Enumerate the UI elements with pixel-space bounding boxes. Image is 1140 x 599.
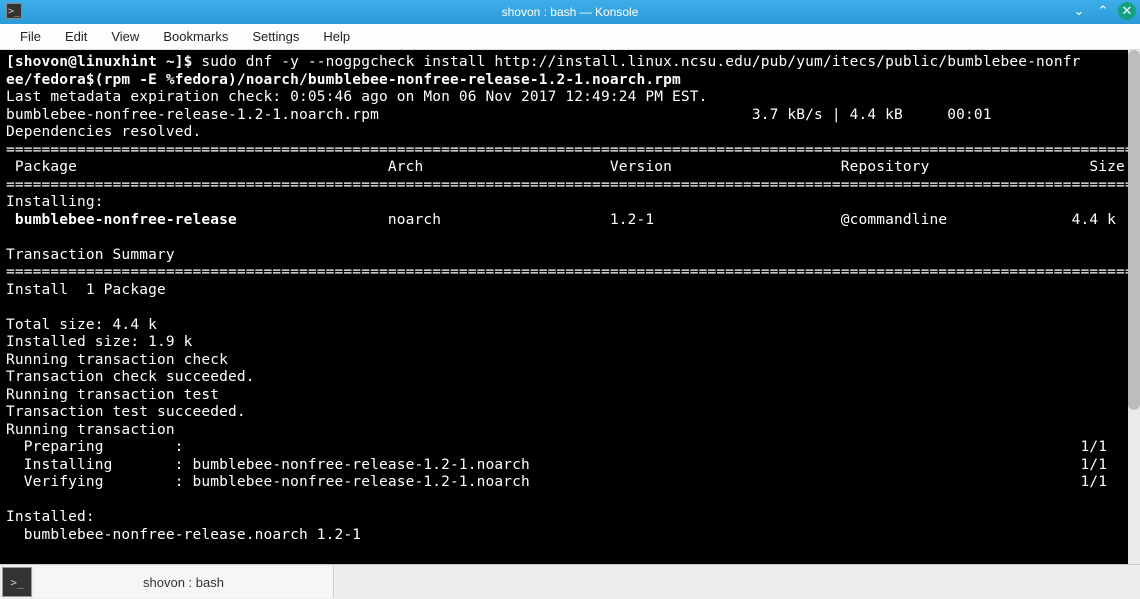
running-test-line: Running transaction test (6, 387, 219, 403)
test-succeeded-line: Transaction test succeeded. (6, 404, 246, 420)
tabbar: >_ shovon : bash (0, 564, 1140, 599)
table-header: Package Arch Version Repository Size (6, 159, 1125, 175)
install-count-line: Install 1 Package (6, 282, 166, 298)
metadata-check-line: Last metadata expiration check: 0:05:46 … (6, 89, 708, 105)
menu-help[interactable]: Help (311, 25, 362, 48)
terminal-output[interactable]: [shovon@linuxhint ~]$ sudo dnf -y --nogp… (0, 50, 1140, 564)
table-rule-bottom: ========================================… (6, 264, 1140, 280)
running-transaction-line: Running transaction (6, 422, 175, 438)
transaction-summary-header: Transaction Summary (6, 247, 175, 263)
menubar: File Edit View Bookmarks Settings Help (0, 24, 1140, 50)
tab-shovon-bash[interactable]: shovon : bash (34, 566, 334, 598)
menu-view[interactable]: View (99, 25, 151, 48)
rpm-download-line: bumblebee-nonfree-release-1.2-1.noarch.r… (6, 107, 1027, 123)
installing-line: Installing : bumblebee-nonfree-release-1… (6, 457, 1116, 473)
menu-settings[interactable]: Settings (240, 25, 311, 48)
package-details: noarch 1.2-1 @commandline 4.4 k (237, 212, 1116, 228)
installed-header: Installed: (6, 509, 95, 525)
window-controls: ⌄ ⌃ ✕ (1070, 2, 1136, 20)
command-line-2: ee/fedora$(rpm -E %fedora)/noarch/bumble… (6, 72, 681, 88)
total-size-line: Total size: 4.4 k (6, 317, 157, 333)
prompt: [shovon@linuxhint ~]$ (6, 54, 201, 70)
installed-package-line: bumblebee-nonfree-release.noarch 1.2-1 (6, 527, 1089, 543)
table-rule-top: ========================================… (6, 142, 1140, 158)
menu-file[interactable]: File (8, 25, 53, 48)
titlebar: >_ shovon : bash — Konsole ⌄ ⌃ ✕ (0, 0, 1140, 24)
installing-header: Installing: (6, 194, 104, 210)
table-rule-mid: ========================================… (6, 177, 1140, 193)
command-line-1: sudo dnf -y --nogpgcheck install http://… (201, 54, 1080, 70)
close-icon[interactable]: ✕ (1118, 2, 1136, 20)
package-name: bumblebee-nonfree-release (6, 212, 237, 228)
check-succeeded-line: Transaction check succeeded. (6, 369, 255, 385)
preparing-line: Preparing : 1/1 (6, 439, 1116, 455)
installed-size-line: Installed size: 1.9 k (6, 334, 192, 350)
menu-edit[interactable]: Edit (53, 25, 99, 48)
menu-bookmarks[interactable]: Bookmarks (151, 25, 240, 48)
running-check-line: Running transaction check (6, 352, 228, 368)
minimize-icon[interactable]: ⌄ (1070, 2, 1088, 20)
app-icon: >_ (6, 3, 22, 19)
new-tab-button[interactable]: >_ (2, 567, 32, 597)
verifying-line: Verifying : bumblebee-nonfree-release-1.… (6, 474, 1116, 490)
deps-resolved-line: Dependencies resolved. (6, 124, 201, 140)
maximize-icon[interactable]: ⌃ (1094, 2, 1112, 20)
scrollbar-thumb[interactable] (1128, 50, 1140, 410)
window-title: shovon : bash — Konsole (502, 5, 639, 19)
